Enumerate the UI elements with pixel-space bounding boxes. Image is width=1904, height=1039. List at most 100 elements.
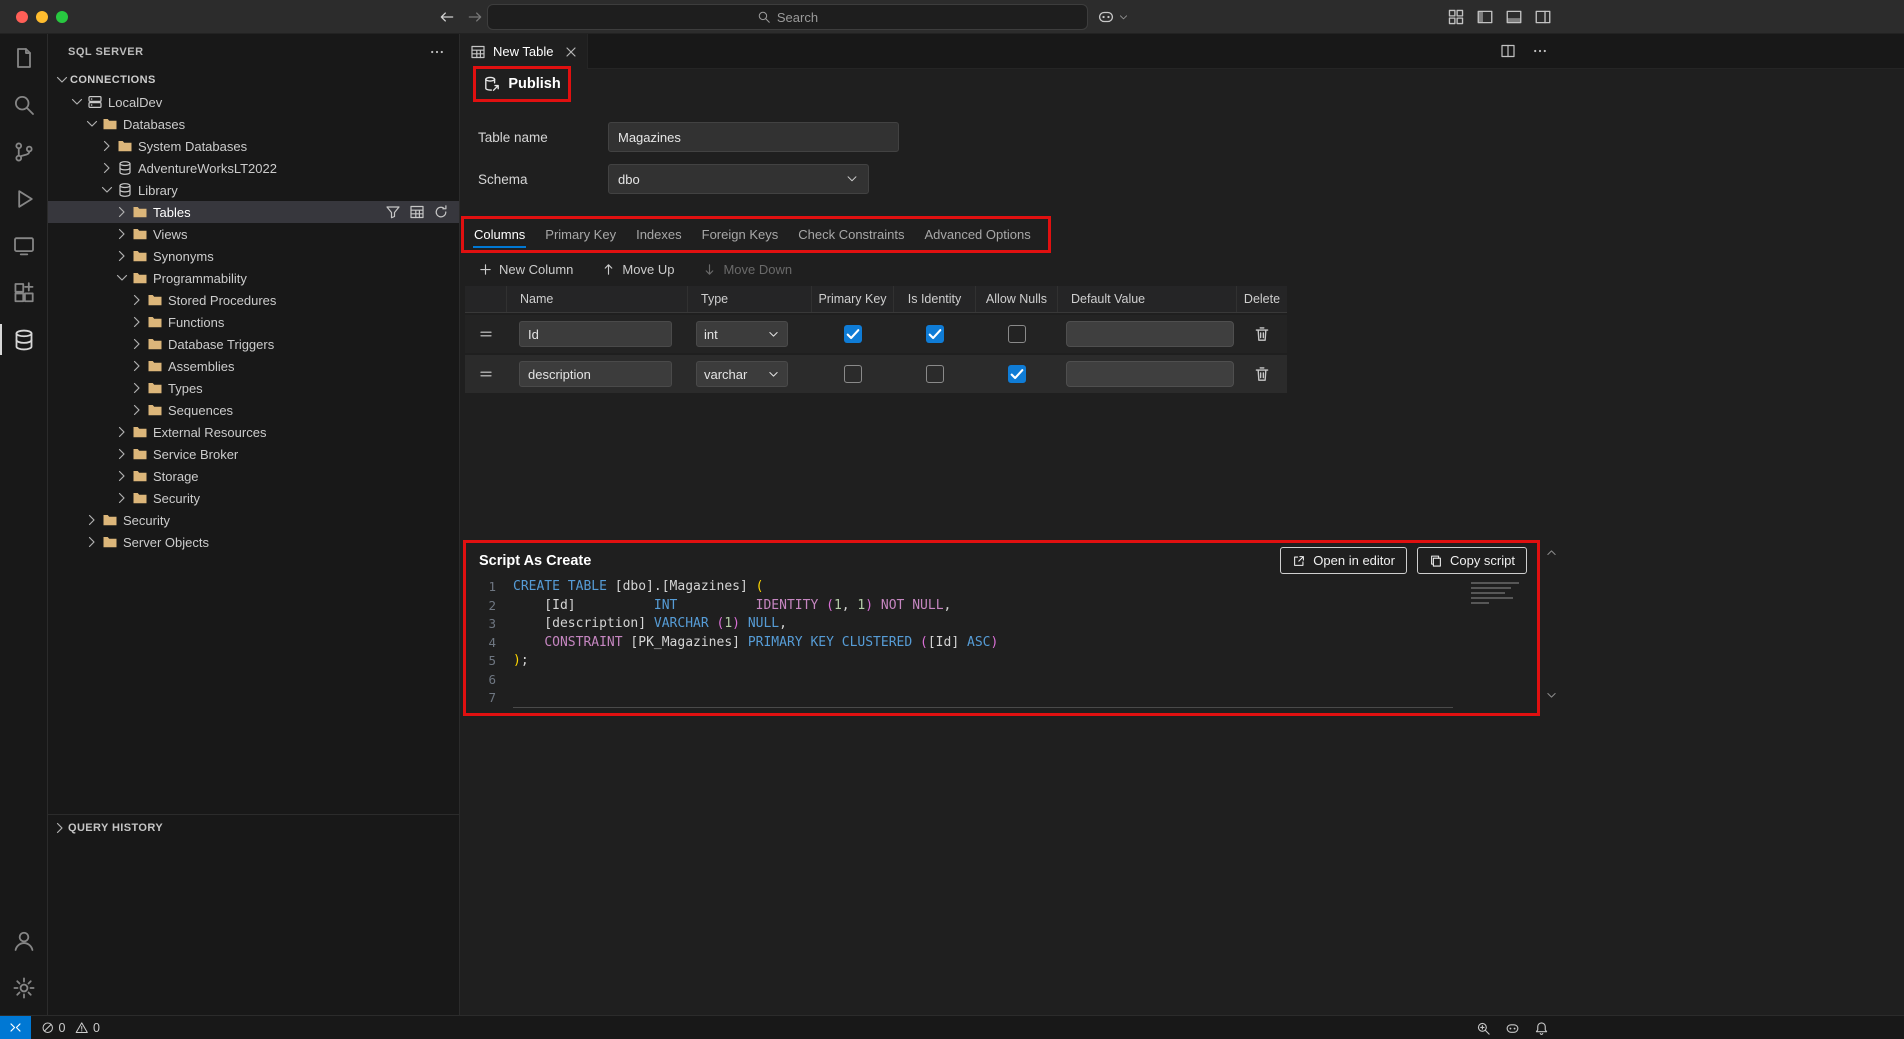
designer-tab-check-constraints[interactable]: Check Constraints: [788, 219, 914, 250]
copy-script-label: Copy script: [1450, 553, 1515, 568]
close-tab-icon[interactable]: [563, 44, 579, 60]
schema-label: Schema: [478, 172, 528, 187]
scroll-up-icon[interactable]: [1545, 546, 1558, 559]
move-up-button[interactable]: Move Up: [601, 262, 674, 277]
tree-item-types[interactable]: Types: [48, 377, 459, 399]
tree-item-functions[interactable]: Functions: [48, 311, 459, 333]
publish-button[interactable]: Publish: [473, 66, 571, 102]
activity-item-accounts[interactable]: [0, 917, 48, 964]
minimize-window-button[interactable]: [36, 11, 48, 23]
columns-grid: NameTypePrimary KeyIs IdentityAllow Null…: [465, 286, 1287, 393]
split-editor-icon[interactable]: [1500, 43, 1516, 59]
column-type-select[interactable]: int: [696, 321, 788, 347]
table-grid-icon[interactable]: [409, 204, 425, 220]
drag-handle-icon[interactable]: [478, 366, 494, 382]
remote-indicator[interactable]: [0, 1016, 31, 1039]
table-name-label: Table name: [478, 130, 548, 145]
chevron-right-icon: [84, 512, 100, 528]
query-history-section[interactable]: QUERY HISTORY: [48, 814, 459, 840]
tree-item-storage[interactable]: Storage: [48, 465, 459, 487]
activity-item-sql-server[interactable]: [0, 316, 48, 363]
tree-item-security[interactable]: Security: [48, 509, 459, 531]
copilot-menu-button[interactable]: [1097, 5, 1129, 29]
allow-nulls-checkbox[interactable]: [1008, 325, 1026, 343]
command-center-search[interactable]: Search: [487, 4, 1088, 30]
activity-item-run-and-debug[interactable]: [0, 175, 48, 222]
tree-item-assemblies[interactable]: Assemblies: [48, 355, 459, 377]
activity-item-remote-explorer[interactable]: [0, 222, 48, 269]
scroll-down-icon[interactable]: [1545, 689, 1558, 702]
columns-toolbar: New ColumnMove UpMove Down: [478, 262, 792, 277]
default-value-input[interactable]: [1066, 361, 1234, 387]
close-window-button[interactable]: [16, 11, 28, 23]
bell-icon[interactable]: [1534, 1021, 1549, 1036]
tree-item-server-objects[interactable]: Server Objects: [48, 531, 459, 553]
code-line-5: 5);: [466, 652, 1537, 671]
activity-item-source-control[interactable]: [0, 128, 48, 175]
tree-item-external-resources[interactable]: External Resources: [48, 421, 459, 443]
designer-tab-advanced-options[interactable]: Advanced Options: [914, 219, 1040, 250]
tree-item-stored-procedures[interactable]: Stored Procedures: [48, 289, 459, 311]
tree-item-adventureworkslt2022[interactable]: AdventureWorksLT2022: [48, 157, 459, 179]
designer-tab-primary-key[interactable]: Primary Key: [535, 219, 626, 250]
tree-item-database-triggers[interactable]: Database Triggers: [48, 333, 459, 355]
primary-key-checkbox[interactable]: [844, 365, 862, 383]
code-line-4: 4 CONSTRAINT [PK_Magazines] PRIMARY KEY …: [466, 634, 1537, 653]
new-column-button[interactable]: New Column: [478, 262, 573, 277]
chevron-right-icon: [114, 204, 130, 220]
navigate-forward-icon[interactable]: [466, 8, 484, 26]
activity-item-extensions[interactable]: [0, 269, 48, 316]
column-name-input[interactable]: [519, 361, 672, 387]
table-name-input[interactable]: [608, 122, 899, 152]
schema-select[interactable]: dbo: [608, 164, 869, 194]
tree-item-views[interactable]: Views: [48, 223, 459, 245]
tree-item-service-broker[interactable]: Service Broker: [48, 443, 459, 465]
filter-icon[interactable]: [385, 204, 401, 220]
tree-item-connections[interactable]: CONNECTIONS: [48, 69, 459, 91]
customize-layout-icon[interactable]: [1447, 8, 1465, 26]
column-type-select[interactable]: varchar: [696, 361, 788, 387]
problems-indicator[interactable]: 0 0: [41, 1021, 106, 1035]
script-code[interactable]: 1CREATE TABLE [dbo].[Magazines] (2 [Id] …: [466, 578, 1537, 708]
primary-key-checkbox[interactable]: [844, 325, 862, 343]
toggle-secondary-sidebar-icon[interactable]: [1534, 8, 1552, 26]
open-in-editor-button[interactable]: Open in editor: [1280, 547, 1407, 574]
tree-item-programmability[interactable]: Programmability: [48, 267, 459, 289]
zoom-window-button[interactable]: [56, 11, 68, 23]
tree-item-sequences[interactable]: Sequences: [48, 399, 459, 421]
tree-item-library[interactable]: Library: [48, 179, 459, 201]
toggle-primary-sidebar-icon[interactable]: [1476, 8, 1494, 26]
copilot-icon[interactable]: [1505, 1021, 1520, 1036]
refresh-icon[interactable]: [433, 204, 449, 220]
designer-tab-indexes[interactable]: Indexes: [626, 219, 692, 250]
tree-item-synonyms[interactable]: Synonyms: [48, 245, 459, 267]
is-identity-checkbox[interactable]: [926, 325, 944, 343]
is-identity-checkbox[interactable]: [926, 365, 944, 383]
schema-value: dbo: [618, 172, 640, 187]
tree-item-tables[interactable]: Tables: [48, 201, 459, 223]
tree-item-system-databases[interactable]: System Databases: [48, 135, 459, 157]
tree-item-databases[interactable]: Databases: [48, 113, 459, 135]
toggle-panel-icon[interactable]: [1505, 8, 1523, 26]
designer-tab-columns[interactable]: Columns: [464, 219, 535, 250]
activity-item-settings[interactable]: [0, 964, 48, 1011]
tab-new-table[interactable]: New Table: [460, 34, 588, 69]
editor-more-actions-icon[interactable]: [1532, 43, 1548, 59]
tree-item-security[interactable]: Security: [48, 487, 459, 509]
allow-nulls-checkbox[interactable]: [1008, 365, 1026, 383]
folder-icon: [132, 204, 148, 220]
default-value-input[interactable]: [1066, 321, 1234, 347]
navigate-back-icon[interactable]: [438, 8, 456, 26]
trash-icon[interactable]: [1253, 325, 1271, 343]
column-name-input[interactable]: [519, 321, 672, 347]
tree-item-localdev[interactable]: LocalDev: [48, 91, 459, 113]
trash-icon[interactable]: [1253, 365, 1271, 383]
drag-handle-icon[interactable]: [478, 326, 494, 342]
activity-item-search[interactable]: [0, 81, 48, 128]
more-actions-icon[interactable]: [429, 44, 445, 60]
zoom-icon[interactable]: [1476, 1021, 1491, 1036]
designer-tab-foreign-keys[interactable]: Foreign Keys: [692, 219, 789, 250]
chevron-right-icon: [84, 534, 100, 550]
activity-item-explorer[interactable]: [0, 34, 48, 81]
copy-script-button[interactable]: Copy script: [1417, 547, 1527, 574]
